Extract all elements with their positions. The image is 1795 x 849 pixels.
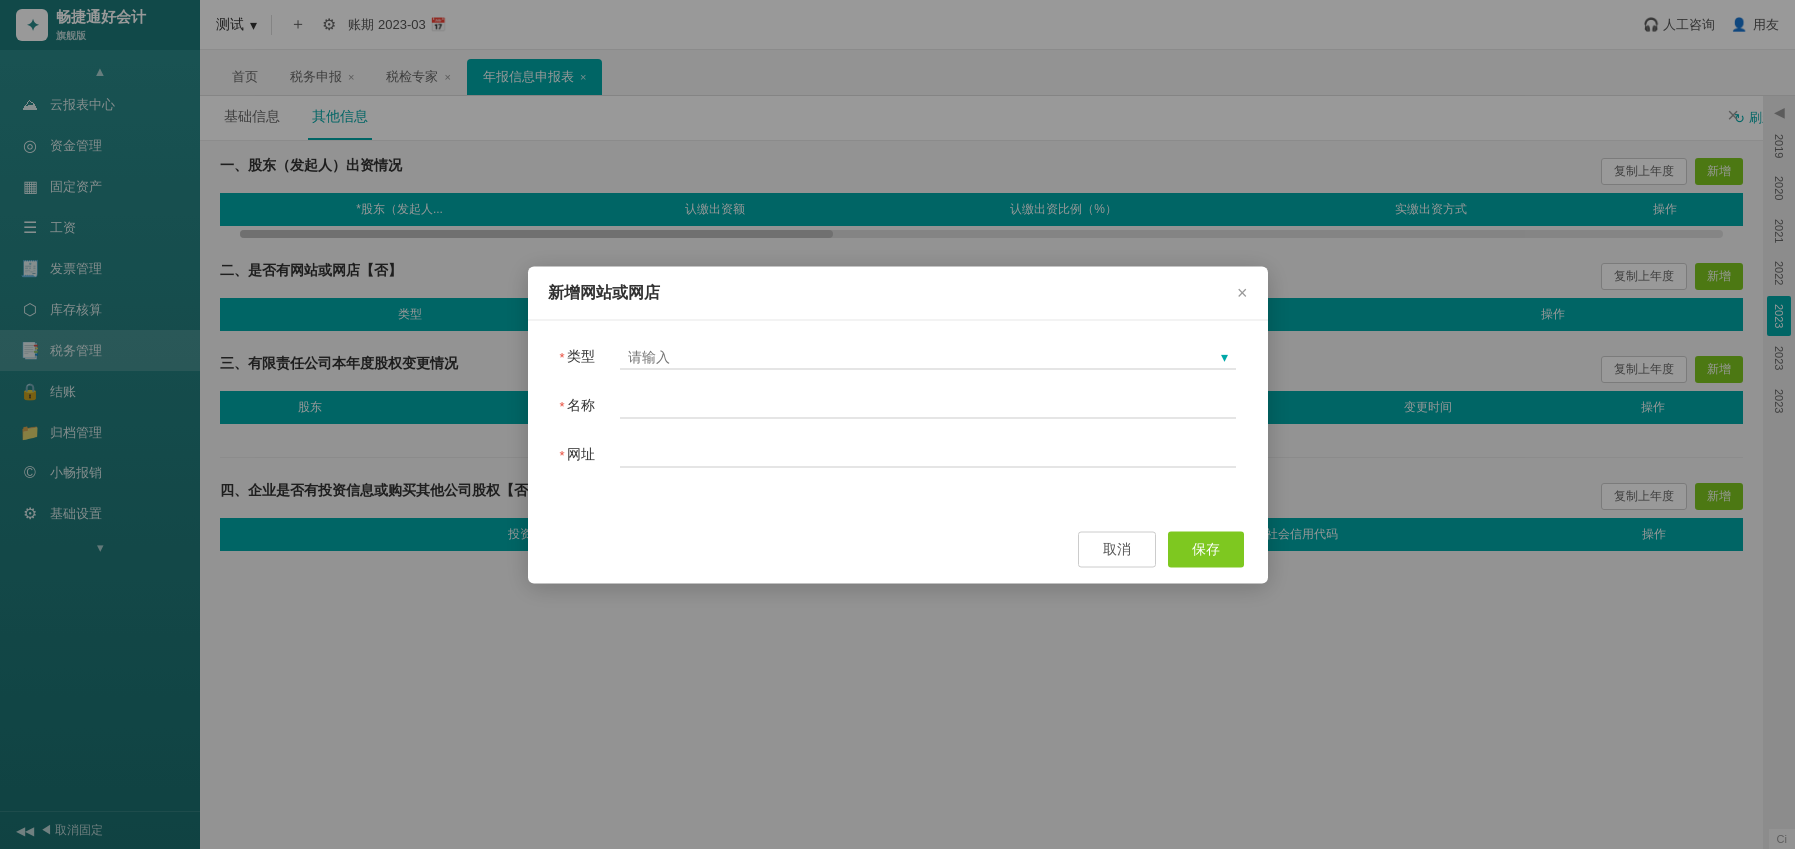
dialog-body: * 类型 ▾ * 名称 * 网址 — [528, 320, 1268, 515]
type-input-wrap: ▾ — [620, 344, 1236, 369]
url-input[interactable] — [620, 442, 1236, 466]
dialog-footer: 取消 保存 — [528, 515, 1268, 583]
url-input-wrap — [620, 442, 1236, 467]
add-website-dialog: 新增网站或网店 × * 类型 ▾ * 名称 — [528, 266, 1268, 583]
url-label: * 网址 — [560, 446, 620, 464]
dialog-title: 新增网站或网店 — [548, 282, 660, 303]
name-input-wrap — [620, 393, 1236, 418]
name-required-mark: * — [560, 398, 565, 413]
form-row-url: * 网址 — [560, 442, 1236, 467]
type-required-mark: * — [560, 349, 565, 364]
type-input[interactable] — [620, 344, 1236, 368]
type-label: * 类型 — [560, 348, 620, 366]
name-label-text: 名称 — [567, 397, 595, 415]
dialog-close-button[interactable]: × — [1237, 282, 1248, 303]
url-label-text: 网址 — [567, 446, 595, 464]
type-dropdown-icon[interactable]: ▾ — [1221, 348, 1228, 364]
cancel-button[interactable]: 取消 — [1078, 531, 1156, 567]
form-row-type: * 类型 ▾ — [560, 344, 1236, 369]
name-label: * 名称 — [560, 397, 620, 415]
name-input[interactable] — [620, 393, 1236, 417]
dialog-header: 新增网站或网店 × — [528, 266, 1268, 320]
form-row-name: * 名称 — [560, 393, 1236, 418]
type-label-text: 类型 — [567, 348, 595, 366]
url-required-mark: * — [560, 447, 565, 462]
save-button[interactable]: 保存 — [1168, 531, 1244, 567]
